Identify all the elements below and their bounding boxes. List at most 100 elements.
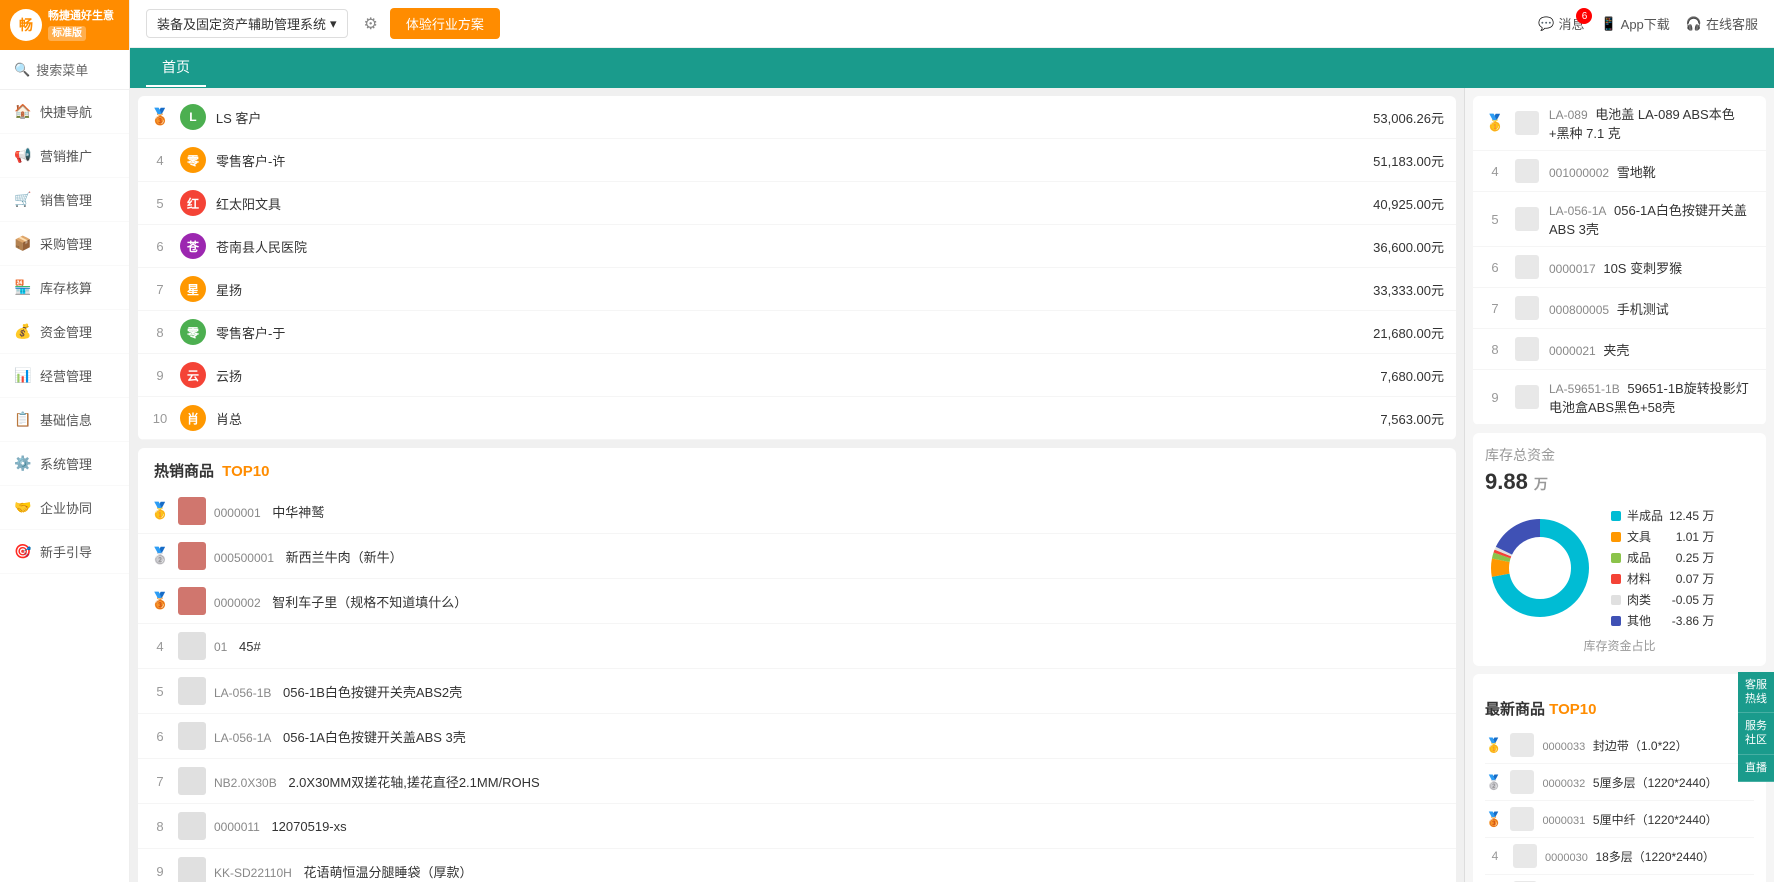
app-download-button[interactable]: 📱 App下载 [1600,14,1669,33]
right-top-product-row[interactable]: 9 LA-59651-1B 59651-1B旋转投影灯电池盒ABS黑色+58壳 [1473,370,1766,425]
customer-row[interactable]: 9 云 云扬 7,680.00元 [138,354,1456,397]
trial-button[interactable]: 体验行业方案 [390,8,500,39]
rank-number: 8 [1485,342,1505,357]
hot-product-row[interactable]: 🥈 000500001 新西兰牛肉（新牛） [138,534,1456,579]
sidebar-item-sales[interactable]: 🛒销售管理 [0,178,129,222]
cooperation-icon: 🤝 [14,499,32,517]
customer-row[interactable]: 4 零 零售客户-许 51,183.00元 [138,139,1456,182]
customer-row[interactable]: 10 肖 肖总 7,563.00元 [138,397,1456,440]
sidebar-item-quick-nav[interactable]: 🏠快捷导航 [0,90,129,134]
message-icon: 💬 [1538,16,1554,32]
hot-product-row[interactable]: 5 LA-056-1B 056-1B白色按键开关壳ABS2壳 [138,669,1456,714]
sidebar-item-base-info[interactable]: 📋基础信息 [0,398,129,442]
newest-product-row[interactable]: 🥉 0000031 5厘中纤（1220*2440） [1485,801,1754,838]
product-name: 056-1B白色按键开关壳ABS2壳 [283,685,462,700]
product-thumbnail [1515,385,1539,409]
message-button[interactable]: 💬 消息 6 [1538,14,1584,33]
legend-color-dot [1611,595,1621,605]
sidebar-nav: 🏠快捷导航📢营销推广🛒销售管理📦采购管理🏪库存核算💰资金管理📊经营管理📋基础信息… [0,90,129,574]
sidebar-item-finance[interactable]: 💰资金管理 [0,310,129,354]
customer-avatar: 零 [180,319,206,345]
hot-products-section: 热销商品 TOP10 🥇 0000001 中华神鹫 🥈 000500001 新西… [138,448,1456,882]
customer-row[interactable]: 7 星 星扬 33,333.00元 [138,268,1456,311]
search-menu[interactable]: 🔍 搜索菜单 [0,50,129,90]
newest-product-row[interactable]: 5 0000029 18颗粒板（1220*2440） [1485,875,1754,882]
system-icon: ⚙️ [14,455,32,473]
hot-product-row[interactable]: 7 NB2.0X30B 2.0X30MM双搓花轴,搓花直径2.1MM/ROHS [138,759,1456,804]
customer-row[interactable]: 6 苍 苍南县人民医院 36,600.00元 [138,225,1456,268]
service-community-btn[interactable]: 服务社区 [1738,713,1774,755]
right-top-product-row[interactable]: 7 000800005 手机测试 [1473,288,1766,329]
product-code: 0000032 [1542,778,1585,790]
legend-item: 材料 0.07 万 [1611,570,1714,587]
settings-icon[interactable]: ⚙ [364,14,378,34]
product-info: 0000032 5厘多层（1220*2440） [1542,774,1754,791]
customer-row[interactable]: 🥉 L LS 客户 53,006.26元 [138,96,1456,139]
hot-product-row[interactable]: 4 01 45# [138,624,1456,669]
product-name: 10S 变刺罗猴 [1603,261,1682,276]
product-info: LA-089 电池盖 LA-089 ABS本色+黑种 7.1 克 [1549,104,1754,142]
customer-name: 星扬 [216,280,1363,299]
product-thumbnail [178,542,206,570]
online-service-button[interactable]: 🎧 在线客服 [1686,14,1758,33]
legend-item: 成品 0.25 万 [1611,549,1714,566]
sidebar-item-purchase[interactable]: 📦采购管理 [0,222,129,266]
rank-number: 7 [150,282,170,297]
sidebar-item-label: 库存核算 [40,278,92,297]
rank-number: 9 [150,368,170,383]
product-thumbnail [1515,111,1539,135]
product-thumbnail [1513,844,1537,868]
sidebar-item-guide[interactable]: 🎯新手引导 [0,530,129,574]
operations-icon: 📊 [14,367,32,385]
sidebar-logo: 畅 畅捷通好生意 标准版 [0,0,129,50]
sidebar-item-operations[interactable]: 📊经营管理 [0,354,129,398]
legend-label: 其他 [1627,612,1666,629]
customer-amount: 36,600.00元 [1373,237,1444,256]
legend-label: 肉类 [1627,591,1666,608]
customer-row[interactable]: 5 红 红太阳文具 40,925.00元 [138,182,1456,225]
newest-product-row[interactable]: 🥈 0000032 5厘多层（1220*2440） [1485,764,1754,801]
home-tab[interactable]: 首页 [146,49,206,87]
product-name: 2.0X30MM双搓花轴,搓花直径2.1MM/ROHS [288,775,539,790]
product-info: 0000017 10S 变刺罗猴 [1549,258,1754,277]
right-top-product-row[interactable]: 8 0000021 夹壳 [1473,329,1766,370]
rank-number: 6 [1485,260,1505,275]
legend-value: 1.01 万 [1676,528,1715,545]
right-top-product-row[interactable]: 5 LA-056-1A 056-1A白色按键开关盖ABS 3壳 [1473,192,1766,247]
hot-product-row[interactable]: 8 0000011 12070519-xs [138,804,1456,849]
customer-amount: 7,680.00元 [1380,366,1444,385]
rank-number: 7 [1485,301,1505,316]
product-code: 0000017 [1549,262,1596,276]
newest-products-card: 最新商品 TOP10 🥇 0000033 封边带（1.0*22） 🥈 00000… [1473,674,1766,882]
medal-icon: 🥉 [150,591,170,611]
product-info: KK-SD22110H 花语萌恒温分腿睡袋（厚款） [214,862,1444,881]
inventory-total: 9.88 万 [1485,469,1754,495]
sidebar-item-system[interactable]: ⚙️系统管理 [0,442,129,486]
hot-product-row[interactable]: 🥉 0000002 智利车子里（规格不知道填什么） [138,579,1456,624]
newest-product-row[interactable]: 4 0000030 18多层（1220*2440） [1485,838,1754,875]
system-selector[interactable]: 装备及固定资产辅助管理系统 ▾ [146,9,348,38]
hot-products-header: 热销商品 TOP10 [138,448,1456,489]
customer-service-btn[interactable]: 客服热线 [1738,672,1774,714]
hot-product-row[interactable]: 6 LA-056-1A 056-1A白色按键开关盖ABS 3壳 [138,714,1456,759]
sidebar-item-inventory[interactable]: 🏪库存核算 [0,266,129,310]
right-top-product-row[interactable]: 4 001000002 雪地靴 [1473,151,1766,192]
rank-number: 5 [1485,212,1505,227]
right-top-product-row[interactable]: 6 0000017 10S 变刺罗猴 [1473,247,1766,288]
hot-product-row[interactable]: 🥇 0000001 中华神鹫 [138,489,1456,534]
sidebar-item-marketing[interactable]: 📢营销推广 [0,134,129,178]
sidebar-item-cooperation[interactable]: 🤝企业协同 [0,486,129,530]
customer-row[interactable]: 8 零 零售客户-于 21,680.00元 [138,311,1456,354]
legend-color-dot [1611,511,1621,521]
hot-product-row[interactable]: 9 KK-SD22110H 花语萌恒温分腿睡袋（厚款） [138,849,1456,882]
newest-top-label: TOP10 [1545,701,1596,718]
topbar: 装备及固定资产辅助管理系统 ▾ ⚙ 体验行业方案 💬 消息 6 📱 App下载 … [130,0,1774,48]
marketing-icon: 📢 [14,147,32,165]
product-code: LA-056-1A [1549,204,1606,218]
live-btn[interactable]: 直播 [1738,755,1774,782]
right-top-product-row[interactable]: 🥇 LA-089 电池盖 LA-089 ABS本色+黑种 7.1 克 [1473,96,1766,151]
app-download-label: App下载 [1621,14,1670,33]
newest-products-list: 🥇 0000033 封边带（1.0*22） 🥈 0000032 5厘多层（122… [1485,727,1754,882]
newest-product-row[interactable]: 🥇 0000033 封边带（1.0*22） [1485,727,1754,764]
product-code: 001000002 [1549,166,1609,180]
